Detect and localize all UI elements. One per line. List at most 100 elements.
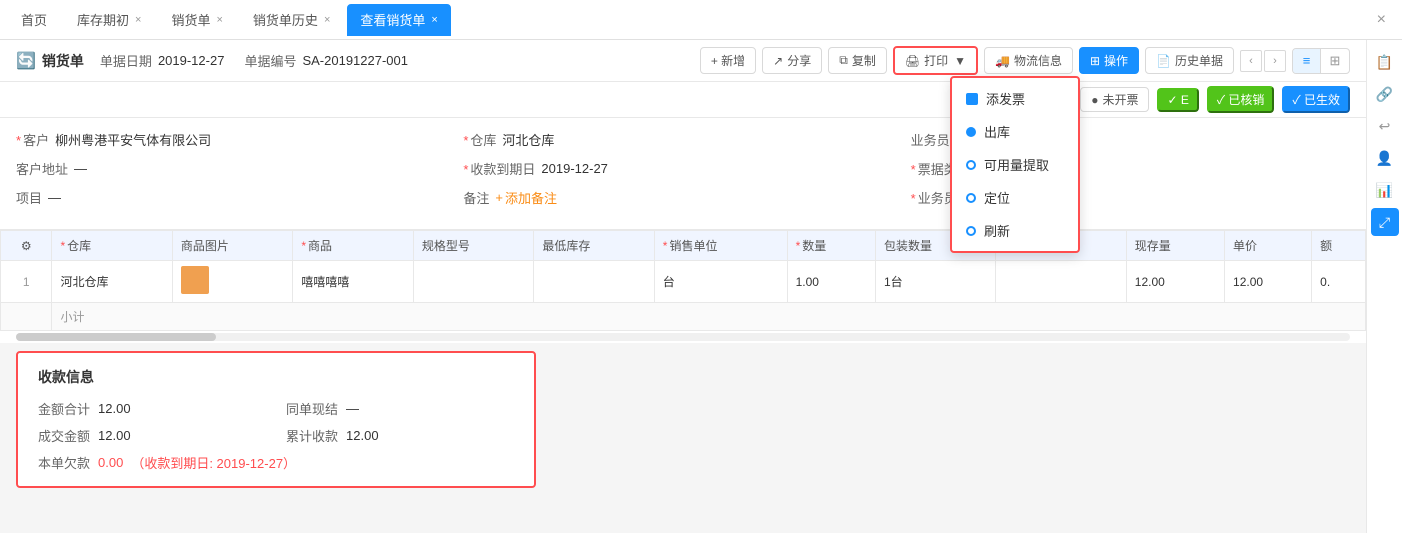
- plus-icon: +: [495, 190, 503, 205]
- check-e-label: ✓ E: [1167, 93, 1188, 107]
- same-order-item: 同单现结 —: [286, 399, 514, 418]
- same-order-value: —: [346, 401, 359, 416]
- next-button[interactable]: ›: [1264, 50, 1286, 72]
- prev-button[interactable]: ‹: [1240, 50, 1262, 72]
- menu-item-refresh[interactable]: 刷新: [952, 214, 1078, 247]
- sidebar-user-icon[interactable]: 👤: [1371, 144, 1399, 172]
- tab-home-label: 首页: [21, 10, 47, 29]
- current-owed-value: 0.00: [98, 455, 123, 470]
- grid-view-button[interactable]: ⊞: [1321, 49, 1349, 73]
- share-button[interactable]: ↗ 分享: [762, 47, 822, 74]
- menu-item-add-invoice-label: 添发票: [986, 89, 1025, 108]
- verified-status-button[interactable]: ✓ 已核销: [1207, 86, 1275, 113]
- operation-button-label: 操作: [1104, 52, 1128, 69]
- menu-item-refresh-label: 刷新: [984, 221, 1010, 240]
- logistics-icon: 🚚: [995, 54, 1010, 68]
- row-quantity: 1.00: [787, 261, 875, 303]
- tab-sales-history-close[interactable]: ×: [324, 14, 330, 26]
- new-button[interactable]: + 新增: [700, 47, 756, 74]
- form-row-3: 项目 — 备注 + 添加备注 业务员盂 —: [16, 188, 1350, 207]
- add-note-button[interactable]: + 添加备注: [495, 188, 557, 207]
- customer-field: 客户 柳州粤港平安气体有限公司: [16, 130, 455, 149]
- transaction-amount-item: 成交金额 12.00: [38, 426, 266, 445]
- tab-bar: 首页 库存期初 × 销货单 × 销货单历史 × 查看销货单 × ×: [0, 0, 1402, 40]
- history-button[interactable]: 📄 历史单据: [1145, 47, 1234, 74]
- effective-label: 已生效: [1304, 93, 1340, 107]
- table-row: 1 河北仓库 嘻嘻嘻嘻 台 1.00 1台 12.00 12.00: [1, 261, 1366, 303]
- sidebar-doc-icon[interactable]: 📋: [1371, 48, 1399, 76]
- address-label: 客户地址: [16, 159, 68, 178]
- check-e-button[interactable]: ✓ E: [1157, 88, 1198, 112]
- sidebar-link-icon[interactable]: 🔗: [1371, 80, 1399, 108]
- col-unit-price: 单价: [1225, 231, 1312, 261]
- owed-note: （收款到期日: 2019-12-27）: [131, 453, 296, 472]
- warehouse-value: 河北仓库: [502, 130, 554, 149]
- tab-sales-history[interactable]: 销货单历史 ×: [240, 4, 343, 36]
- history-button-label: 历史单据: [1175, 52, 1223, 69]
- horizontal-scrollbar[interactable]: [16, 333, 1350, 341]
- row-available: [996, 261, 1126, 303]
- warehouse-field: 仓库 河北仓库: [463, 130, 902, 149]
- address-value: —: [74, 161, 87, 176]
- menu-item-locate[interactable]: 定位: [952, 181, 1078, 214]
- tab-view-sales-close[interactable]: ×: [431, 14, 437, 26]
- row-product-img: [172, 261, 292, 303]
- invoice-status-label: 未开票: [1102, 91, 1138, 108]
- tab-inventory-init-close[interactable]: ×: [135, 14, 141, 26]
- share-button-label: 分享: [787, 52, 811, 69]
- cumulative-receipt-value: 12.00: [346, 428, 379, 443]
- menu-item-outbound[interactable]: 出库: [952, 115, 1078, 148]
- invoice-status-button[interactable]: ● 未开票: [1080, 87, 1149, 112]
- doc-number-label: 单据编号: [244, 51, 296, 70]
- summary-grid: 金额合计 12.00 同单现结 — 成交金额 12.00 累计收款 12.00 …: [38, 399, 514, 472]
- print-dropdown-arrow: ▼: [954, 54, 966, 68]
- tab-view-sales[interactable]: 查看销货单 ×: [347, 4, 450, 36]
- sidebar-expand-icon[interactable]: ⤢: [1371, 208, 1399, 236]
- action-bar: 📱 来自手机 ● 未开票 ✓ E ✓ 已核销 ✓ 已生效: [0, 82, 1366, 118]
- copy-button[interactable]: ⧉ 复制: [828, 47, 887, 74]
- subtotal-row: 小计: [1, 303, 1366, 331]
- row-product: 嘻嘻嘻嘻: [293, 261, 413, 303]
- staff-label: 业务员: [911, 130, 950, 149]
- menu-item-add-invoice[interactable]: 添发票: [952, 82, 1078, 115]
- tab-sales-order[interactable]: 销货单 ×: [158, 4, 235, 36]
- doc-title-text: 销货单: [42, 51, 84, 71]
- doc-title: 🔄 销货单: [16, 51, 84, 71]
- add-note-label: 添加备注: [505, 188, 557, 207]
- operation-button[interactable]: ⊞ 操作: [1079, 47, 1139, 74]
- page-container: 首页 库存期初 × 销货单 × 销货单历史 × 查看销货单 × × 🔄 销货单: [0, 0, 1402, 533]
- col-product: 商品: [293, 231, 413, 261]
- effective-status-button[interactable]: ✓ 已生效: [1282, 86, 1350, 113]
- print-button[interactable]: 🖨 打印 ▼: [893, 46, 978, 75]
- col-current-stock: 现存量: [1126, 231, 1224, 261]
- row-unit: 台: [654, 261, 787, 303]
- list-view-button[interactable]: ≡: [1293, 49, 1321, 73]
- doc-meta: 单据日期 2019-12-27 单据编号 SA-20191227-001: [100, 51, 684, 70]
- same-order-label: 同单现结: [286, 399, 338, 418]
- row-amount: 0.: [1312, 261, 1366, 303]
- col-amount: 额: [1312, 231, 1366, 261]
- project-value: —: [48, 190, 61, 205]
- form-row-2: 客户地址 — 收款到期日 2019-12-27 票据类型 不开票: [16, 159, 1350, 178]
- address-field: 客户地址 —: [16, 159, 455, 178]
- history-icon: 📄: [1156, 54, 1171, 68]
- tab-home[interactable]: 首页: [8, 4, 60, 36]
- col-min-stock: 最低库存: [534, 231, 654, 261]
- product-image: [181, 266, 209, 294]
- invoice-icon: ●: [1091, 93, 1098, 107]
- logistics-button[interactable]: 🚚 物流信息: [984, 47, 1073, 74]
- menu-item-available-pickup[interactable]: 可用量提取: [952, 148, 1078, 181]
- copy-button-label: 复制: [852, 52, 876, 69]
- tab-sales-order-close[interactable]: ×: [216, 14, 222, 26]
- summary-panel: 收款信息 金额合计 12.00 同单现结 — 成交金额 12.00 累计收款 1…: [16, 351, 536, 488]
- print-icon: 🖨: [905, 54, 920, 68]
- sidebar-chart-icon[interactable]: 📊: [1371, 176, 1399, 204]
- tab-sales-history-label: 销货单历史: [253, 10, 318, 29]
- total-amount-item: 金额合计 12.00: [38, 399, 266, 418]
- doc-date-label: 单据日期: [100, 51, 152, 70]
- window-close-button[interactable]: ×: [1369, 11, 1394, 29]
- sidebar-return-icon[interactable]: ↩: [1371, 112, 1399, 140]
- tab-inventory-init[interactable]: 库存期初 ×: [64, 4, 154, 36]
- total-amount-value: 12.00: [98, 401, 131, 416]
- doc-date-field: 单据日期 2019-12-27: [100, 51, 225, 70]
